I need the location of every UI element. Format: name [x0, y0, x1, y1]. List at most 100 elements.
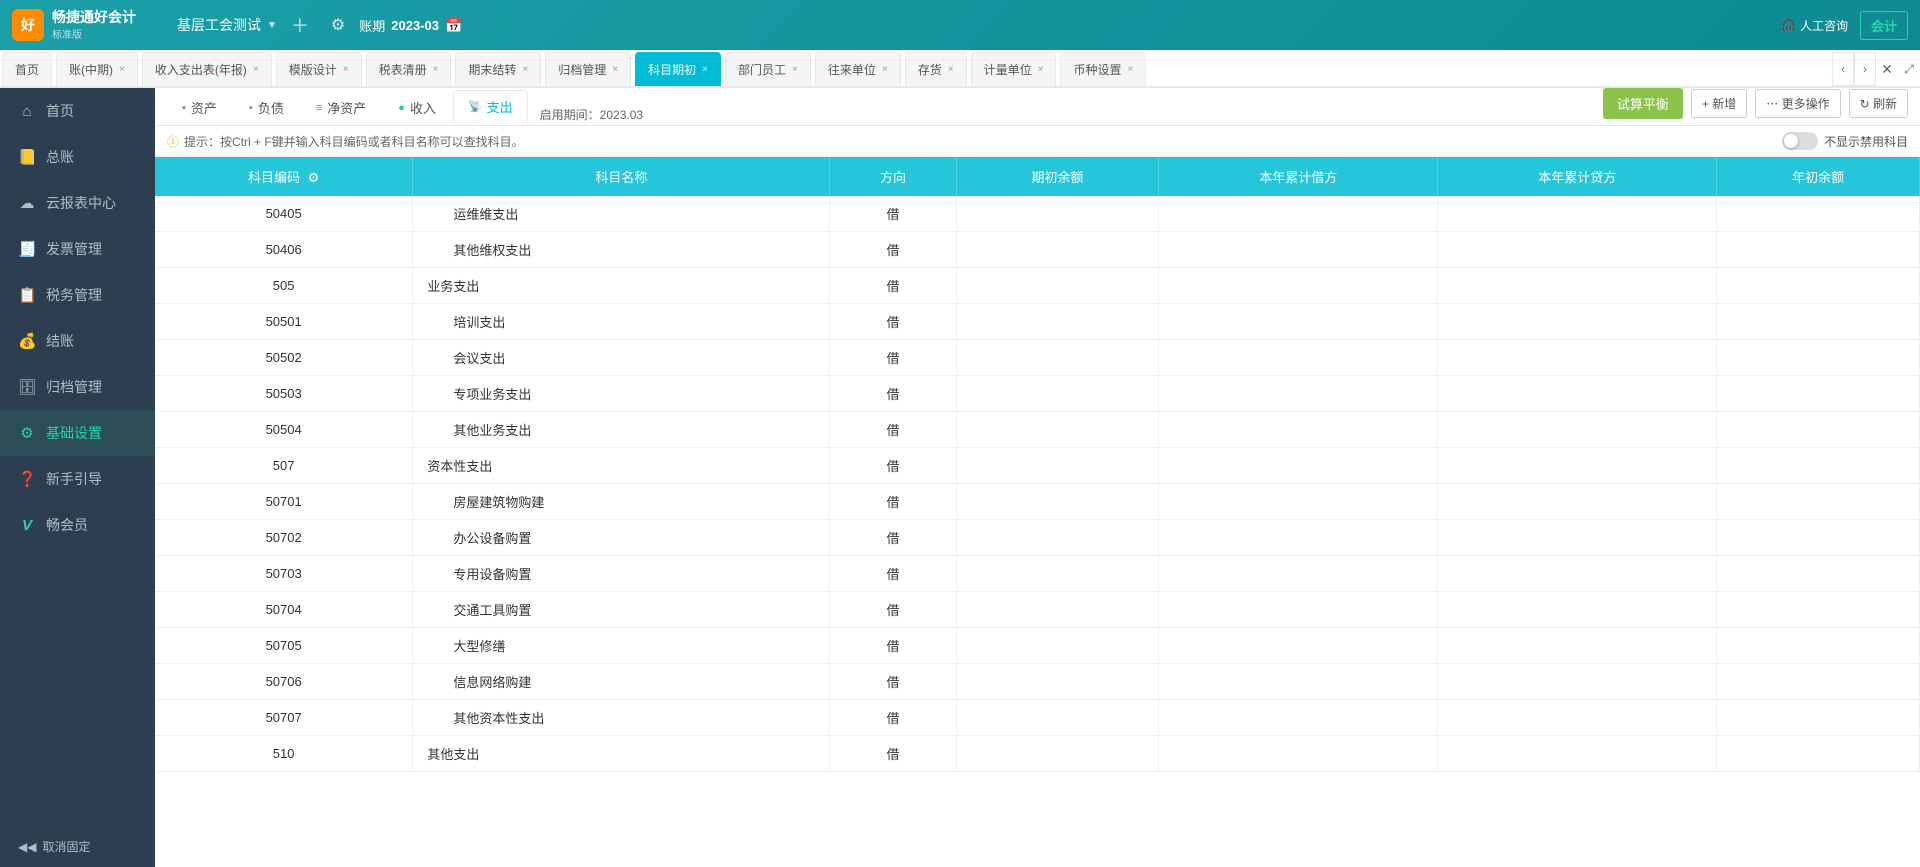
tab-archive-mgmt-close[interactable]: ×	[612, 64, 618, 75]
balance-button[interactable]: 试算平衡	[1603, 88, 1683, 119]
archive-icon: 🗄	[18, 378, 36, 396]
app-version: 标准版	[52, 26, 136, 41]
tab-dept-employee-close[interactable]: ×	[792, 64, 798, 75]
sidebar-item-archive[interactable]: 🗄 归档管理	[0, 364, 155, 410]
sidebar-item-settlement[interactable]: 💰 结账	[0, 318, 155, 364]
cell-ytd-debit	[1159, 592, 1438, 628]
cell-ytd-debit	[1159, 304, 1438, 340]
tab-dept-employee[interactable]: 部门员工 ×	[725, 52, 811, 86]
assets-icon: ▪	[182, 102, 186, 114]
col-header-opening: 期初余额	[956, 157, 1159, 196]
sidebar-item-basic-settings[interactable]: ⚙ 基础设置	[0, 410, 155, 456]
tab-subject-period[interactable]: 科目期初 ×	[635, 52, 721, 86]
sidebar-item-home[interactable]: ⌂ 首页	[0, 88, 155, 134]
cell-direction: 借	[830, 520, 956, 556]
tab-inventory-close[interactable]: ×	[948, 64, 954, 75]
calendar-icon[interactable]: 📅	[445, 17, 462, 34]
tab-tax[interactable]: 税表清册 ×	[366, 52, 452, 86]
tab-period-end-close[interactable]: ×	[522, 64, 528, 75]
sub-tab-assets[interactable]: ▪ 资产	[167, 91, 232, 123]
service-button[interactable]: 🎧 人工咨询	[1781, 17, 1848, 34]
settlement-icon: 💰	[18, 332, 36, 350]
tab-currency[interactable]: 币种设置 ×	[1060, 52, 1146, 86]
sub-tab-expenditure[interactable]: 📡 支出	[453, 90, 528, 124]
sidebar-item-tax[interactable]: 📋 税务管理	[0, 272, 155, 318]
tab-counterpart[interactable]: 往来单位 ×	[815, 52, 901, 86]
add-company-icon[interactable]: ＋	[283, 12, 317, 38]
cell-code: 505	[155, 268, 413, 304]
cell-year-open	[1717, 340, 1920, 376]
cell-ytd-debit	[1159, 556, 1438, 592]
cell-direction: 借	[830, 556, 956, 592]
settings-icon[interactable]: ⚙	[323, 15, 353, 35]
tab-bs-mid-close[interactable]: ×	[119, 64, 125, 75]
cell-direction: 借	[830, 232, 956, 268]
cell-name: 其他资本性支出	[413, 700, 830, 736]
sidebar-pin-toggle[interactable]: ◀◀ 取消固定	[0, 826, 155, 867]
liabilities-icon: ▪	[249, 102, 253, 114]
cell-direction: 借	[830, 412, 956, 448]
tab-bs-mid[interactable]: 账(中期) ×	[56, 52, 138, 86]
tab-archive-mgmt[interactable]: 归档管理 ×	[545, 52, 631, 86]
cell-ytd-debit	[1159, 340, 1438, 376]
tab-template-close[interactable]: ×	[343, 64, 349, 75]
period-info-text: 启用期间：2023.03	[540, 106, 643, 123]
tab-unit[interactable]: 计量单位 ×	[971, 52, 1057, 86]
tab-unit-close[interactable]: ×	[1038, 64, 1044, 75]
sidebar-item-ledger[interactable]: 📒 总账	[0, 134, 155, 180]
col-header-code: 科目编码 ⚙	[155, 157, 413, 196]
cell-code: 50705	[155, 628, 413, 664]
company-selector[interactable]: 基层工会测试 ▼ ＋ ⚙ 账期 2023-03 📅	[167, 12, 1781, 38]
period-label: 账期	[359, 16, 385, 35]
toggle-switch[interactable]	[1782, 132, 1818, 150]
cell-opening	[956, 628, 1159, 664]
sidebar-item-member[interactable]: V 畅会员	[0, 502, 155, 548]
table-row: 50406 其他维权支出 借	[155, 232, 1920, 268]
sub-top-row: ▪ 资产 ▪ 负债 ≡ 净资产 ● 收入 📡 支出	[155, 88, 1920, 126]
tab-income-exp-close[interactable]: ×	[253, 64, 259, 75]
tab-counterpart-close[interactable]: ×	[882, 64, 888, 75]
sub-tab-income[interactable]: ● 收入	[383, 91, 451, 123]
more-button[interactable]: ⋯ 更多操作	[1755, 89, 1840, 118]
header-right: 🎧 人工咨询 会计	[1781, 11, 1908, 40]
app-name: 畅捷通好会计	[52, 9, 136, 26]
cell-code: 50701	[155, 484, 413, 520]
tab-inventory[interactable]: 存货 ×	[905, 52, 967, 86]
tab-income-exp[interactable]: 收入支出表(年报) ×	[142, 52, 272, 86]
sidebar-label-tax: 税务管理	[46, 285, 102, 305]
sub-tab-assets-label: 资产	[191, 98, 217, 117]
refresh-button[interactable]: ↻ 刷新	[1849, 89, 1908, 118]
tab-tax-close[interactable]: ×	[433, 64, 439, 75]
cell-year-open	[1717, 232, 1920, 268]
cell-direction: 借	[830, 304, 956, 340]
tab-next-button[interactable]: ›	[1854, 52, 1876, 86]
tab-home[interactable]: 首页	[2, 52, 52, 86]
tab-subject-period-close[interactable]: ×	[702, 64, 708, 75]
cell-year-open	[1717, 448, 1920, 484]
cell-year-open	[1717, 268, 1920, 304]
sidebar-item-reports[interactable]: ☁ 云报表中心	[0, 180, 155, 226]
tab-currency-close[interactable]: ×	[1127, 64, 1133, 75]
tab-template[interactable]: 模版设计 ×	[276, 52, 362, 86]
sub-tab-net-assets[interactable]: ≡ 净资产	[301, 91, 381, 123]
sidebar-item-invoice[interactable]: 🧾 发票管理	[0, 226, 155, 272]
tab-period-end[interactable]: 期末结转 ×	[455, 52, 541, 86]
account-button[interactable]: 会计	[1860, 11, 1908, 40]
sidebar-item-guide[interactable]: ❓ 新手引导	[0, 456, 155, 502]
cell-ytd-debit	[1159, 664, 1438, 700]
sub-tab-income-label: 收入	[410, 98, 436, 117]
tab-template-label: 模版设计	[289, 61, 337, 78]
sub-tab-liabilities[interactable]: ▪ 负债	[234, 91, 299, 123]
cell-ytd-debit	[1159, 700, 1438, 736]
tab-expand-button[interactable]: ⤢	[1898, 52, 1920, 86]
tab-close-all-button[interactable]: ✕	[1876, 52, 1898, 86]
tab-prev-button[interactable]: ‹	[1832, 52, 1854, 86]
add-button[interactable]: + 新增	[1691, 89, 1747, 118]
col-code-gear-icon[interactable]: ⚙	[308, 170, 320, 185]
hint-toggle-area[interactable]: 不显示禁用科目	[1782, 132, 1908, 150]
cell-code: 50504	[155, 412, 413, 448]
cell-direction: 借	[830, 628, 956, 664]
cell-opening	[956, 700, 1159, 736]
company-dropdown-icon: ▼	[267, 20, 277, 31]
cell-direction: 借	[830, 448, 956, 484]
